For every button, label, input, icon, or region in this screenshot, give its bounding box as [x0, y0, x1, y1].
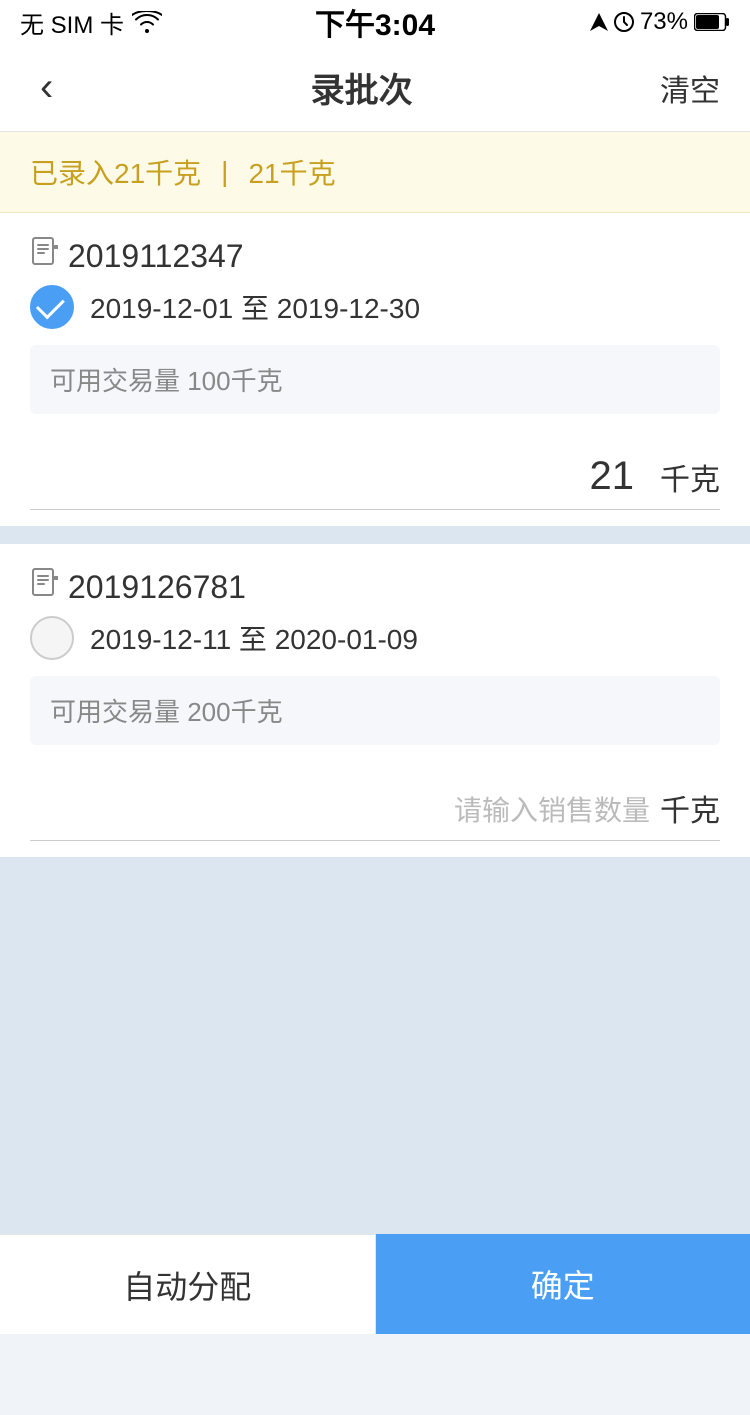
- amount-unit-1: 千克: [660, 455, 720, 499]
- batch-icon-2: [30, 568, 60, 606]
- summary-banner: 已录入21千克 | 21千克: [0, 132, 750, 213]
- clear-button[interactable]: 清空: [660, 66, 720, 110]
- section-separator-1: [0, 526, 750, 544]
- batch-card-2: 2019126781 2019-12-11 至 2020-01-09 可用交易量…: [0, 544, 750, 857]
- amount-value-1: 21: [590, 454, 635, 499]
- location-icon: [590, 13, 608, 31]
- battery-percent: 73%: [640, 8, 688, 36]
- bottom-bar: 自动分配 确定: [0, 1234, 750, 1334]
- summary-divider: |: [221, 156, 228, 188]
- batch-avail-1: 可用交易量 100千克: [30, 345, 720, 414]
- status-bar: 无 SIM 卡 下午3:04 73%: [0, 0, 750, 44]
- carrier-text: 无 SIM 卡: [20, 5, 124, 40]
- batch-date-2: 2019-12-11 至 2020-01-09: [90, 618, 418, 658]
- amount-unit-2: 千克: [660, 786, 720, 830]
- amount-underline-2: [30, 840, 720, 841]
- page-title: 录批次: [311, 63, 413, 112]
- status-bar-time: 下午3:04: [315, 0, 435, 44]
- batch-id-1: 2019112347: [68, 238, 244, 275]
- total-label: 21千克: [248, 152, 335, 192]
- batch-icon-1: [30, 237, 60, 275]
- section-separator-2: [0, 857, 750, 875]
- amount-section-1: 21 千克: [0, 430, 750, 510]
- amount-section-2: 千克: [0, 761, 750, 841]
- status-bar-left: 无 SIM 卡: [20, 5, 162, 40]
- radio-1[interactable]: [30, 285, 74, 329]
- radio-2[interactable]: [30, 616, 74, 660]
- nav-bar: ‹ 录批次 清空: [0, 44, 750, 132]
- confirm-button[interactable]: 确定: [376, 1234, 750, 1334]
- recorded-label: 已录入21千克: [30, 152, 201, 192]
- sales-quantity-input[interactable]: [30, 785, 650, 830]
- batch-card-1: 2019112347 2019-12-01 至 2019-12-30 可用交易量…: [0, 213, 750, 526]
- back-button[interactable]: ‹: [30, 55, 63, 120]
- wifi-icon: [132, 11, 162, 33]
- battery-icon: [694, 13, 730, 31]
- amount-underline-1: [30, 509, 720, 510]
- status-bar-right: 73%: [590, 8, 730, 36]
- batch-avail-2: 可用交易量 200千克: [30, 676, 720, 745]
- auto-distribute-button[interactable]: 自动分配: [0, 1234, 376, 1334]
- batch-id-2: 2019126781: [68, 569, 246, 606]
- batch-date-1: 2019-12-01 至 2019-12-30: [90, 287, 420, 327]
- clock-icon: [614, 12, 634, 32]
